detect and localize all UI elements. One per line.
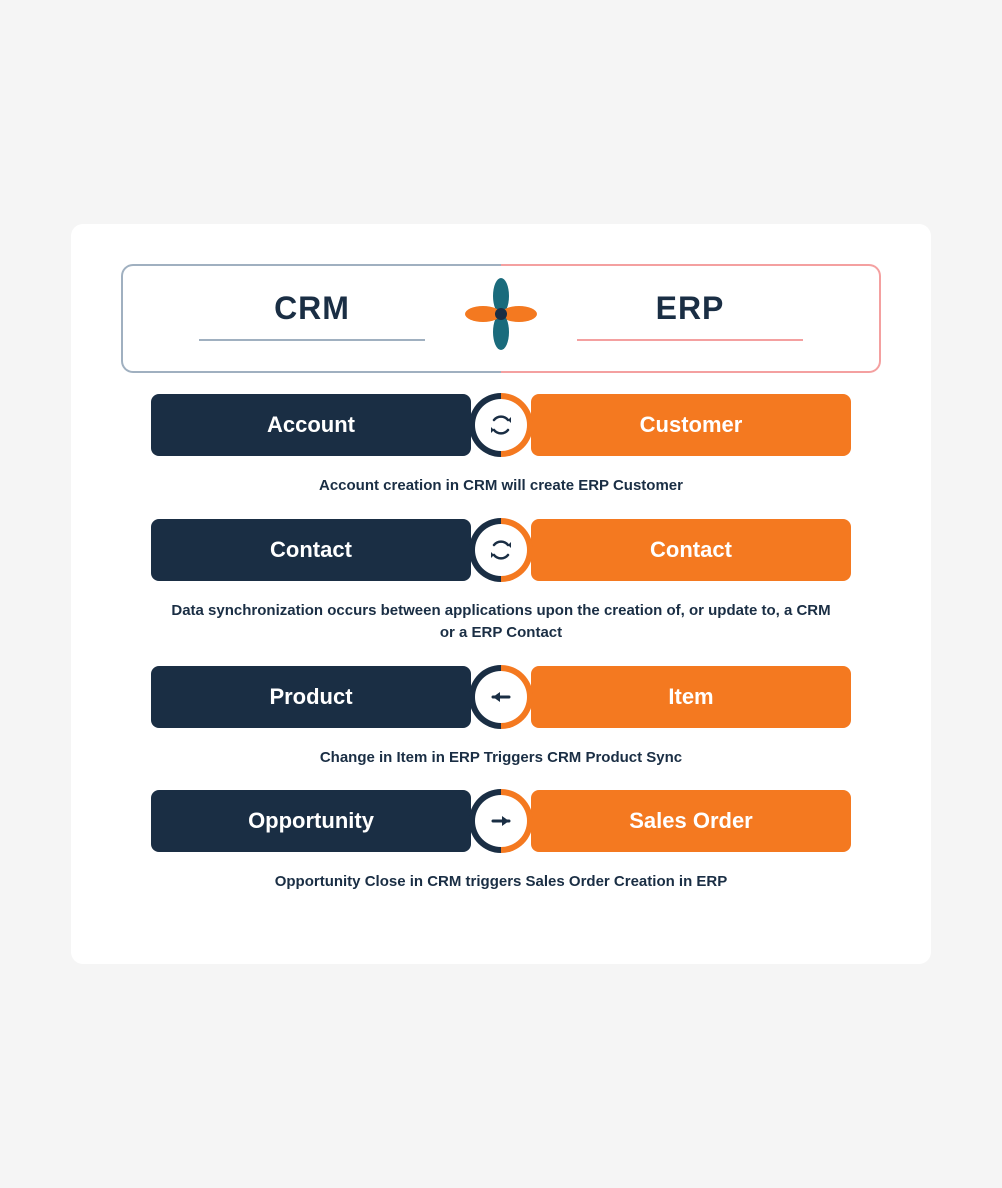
erp-panel: ERP [501,264,881,373]
erp-contact: Contact [531,519,851,581]
erp-salesorder: Sales Order [531,790,851,852]
sync-icon-opportunity [469,789,533,853]
sync-rows-container: Account Customer [121,373,881,914]
integration-logo [461,274,541,354]
desc-product-item: Change in Item in ERP Triggers CRM Produ… [151,737,851,790]
sync-icon-contact [469,518,533,582]
sync-icon-account [469,393,533,457]
sync-icon-product [469,665,533,729]
crm-account: Account [151,394,471,456]
crm-divider [199,339,426,341]
sync-row-account-customer: Account Customer [151,393,851,457]
sync-row-product-item: Product Item [151,665,851,729]
sync-row-opportunity-salesorder: Opportunity Sales Order [151,789,851,853]
erp-item: Item [531,666,851,728]
erp-divider [577,339,804,341]
crm-contact: Contact [151,519,471,581]
desc-opportunity-salesorder: Opportunity Close in CRM triggers Sales … [151,861,851,914]
crm-title: CRM [123,266,501,335]
erp-title: ERP [501,266,879,335]
erp-customer: Customer [531,394,851,456]
desc-contact-contact: Data synchronization occurs between appl… [151,590,851,665]
sync-row-contact-contact: Contact Contact [151,518,851,582]
crm-product: Product [151,666,471,728]
crm-opportunity: Opportunity [151,790,471,852]
diagram-container: CRM ERP [71,224,931,964]
desc-account-customer: Account creation in CRM will create ERP … [151,465,851,518]
crm-panel: CRM [121,264,501,373]
panels-wrapper: CRM ERP [121,264,881,373]
